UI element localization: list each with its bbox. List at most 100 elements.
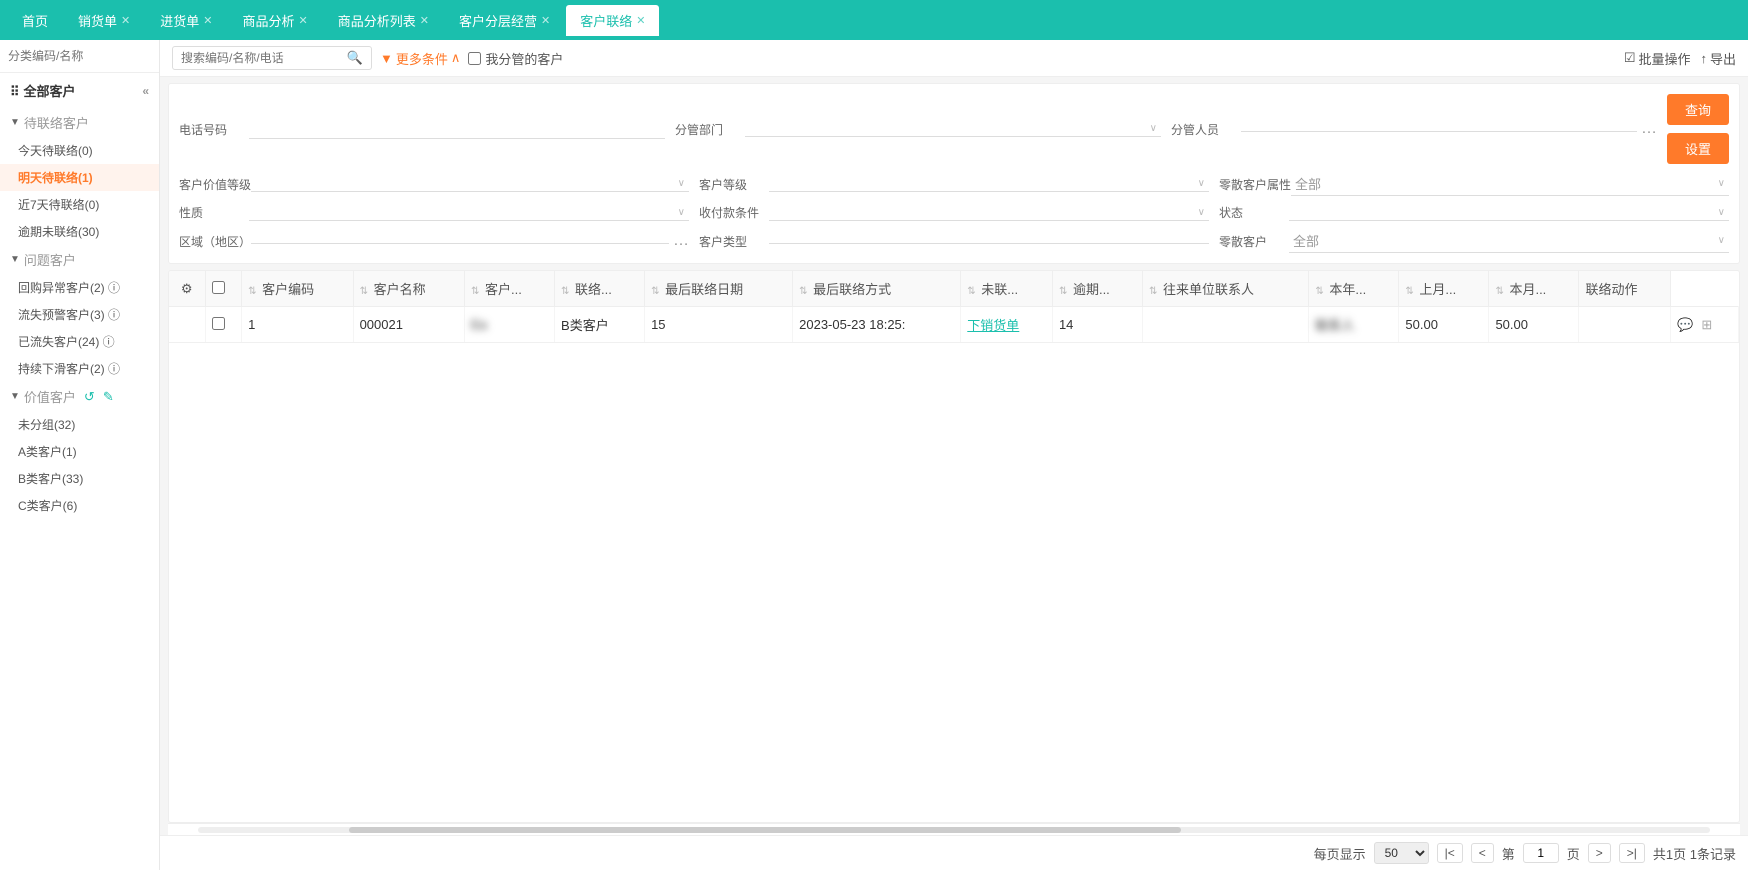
sidebar-item-class-a[interactable]: A类客户(1): [0, 438, 159, 465]
nav-goods-analysis-list[interactable]: 商品分析列表 ✕: [324, 5, 443, 36]
page-first-button[interactable]: |<: [1437, 843, 1463, 863]
row-action-comment-icon[interactable]: 💬: [1677, 317, 1693, 333]
col-contact-count-label: 联络...: [575, 282, 612, 297]
filter-btn-label: 更多条件: [396, 49, 448, 68]
row-checkbox[interactable]: [212, 317, 225, 330]
sidebar-collapse-icon[interactable]: «: [142, 84, 149, 98]
page-next-button[interactable]: >: [1588, 843, 1611, 863]
page-prev-button[interactable]: <: [1471, 843, 1494, 863]
sidebar-group-value-edit-icon[interactable]: ✎: [103, 389, 114, 405]
sidebar-item-declining[interactable]: 持续下滑客户(2) ⓘ: [0, 355, 159, 382]
filter-region-dots-icon[interactable]: …: [673, 232, 689, 250]
filter-retail-attr-val: 全部: [1295, 174, 1714, 193]
sidebar-item-class-b[interactable]: B类客户(33): [0, 465, 159, 492]
filter-dept: 分管部门 ∨: [675, 121, 1161, 138]
select-all-checkbox[interactable]: [212, 281, 225, 294]
sidebar-all-customers-label: ⠿全部客户: [10, 81, 76, 100]
sidebar-item-ungrouped[interactable]: 未分组(32): [0, 411, 159, 438]
sidebar-all-customers[interactable]: ⠿全部客户 «: [0, 73, 159, 108]
more-filter-button[interactable]: ▼ 更多条件 ∧: [380, 49, 460, 68]
filter-payment-select[interactable]: ∨: [769, 205, 1209, 221]
main-layout: 🔍 ⠿全部客户 « ▼ 待联络客户 今天待联络(0) 明天待联络(1) 近7天待…: [0, 40, 1748, 870]
query-button[interactable]: 查询: [1667, 94, 1729, 125]
nav-goods-analysis-list-close-icon[interactable]: ✕: [420, 14, 429, 27]
filter-customer-value: 客户价值等级 ∨: [179, 176, 689, 193]
nav-customer-tier-close-icon[interactable]: ✕: [541, 14, 550, 27]
nav-purchase-label: 进货单: [160, 11, 199, 30]
nav-sales-close-icon[interactable]: ✕: [121, 14, 130, 27]
filter-customer-type-select[interactable]: [769, 239, 1209, 244]
nav-home[interactable]: 首页: [8, 5, 62, 36]
scrollbar-thumb[interactable]: [349, 827, 1181, 833]
gear-icon[interactable]: ⚙: [181, 281, 193, 296]
toolbar: 🔍 ▼ 更多条件 ∧ 我分管的客户 ☑ 批量操作 ↑ 导出: [160, 40, 1748, 77]
filter-retail-attr: 零散客户属性 全部 ∨: [1219, 172, 1729, 196]
sidebar-item-churn-warning[interactable]: 流失预警客户(3) ⓘ: [0, 301, 159, 328]
filter-retail-customer-val: 全部: [1293, 231, 1714, 250]
top-navigation: 首页 销货单 ✕ 进货单 ✕ 商品分析 ✕ 商品分析列表 ✕ 客户分层经营 ✕ …: [0, 0, 1748, 40]
page-number-input[interactable]: [1523, 843, 1559, 863]
nav-purchase[interactable]: 进货单 ✕: [146, 5, 226, 36]
filter-arrow-icon: ∧: [451, 50, 461, 66]
toolbar-search-input[interactable]: [181, 51, 343, 65]
filter-region: 区域（地区） …: [179, 232, 689, 250]
sidebar-item-tomorrow[interactable]: 明天待联络(1): [0, 164, 159, 191]
per-page-select[interactable]: 50 100 200: [1374, 842, 1429, 864]
table-row: 1 000021 Ea B类客户 15 2023-05-23 18:25: 下销…: [169, 307, 1739, 343]
col-this-month: ⇅ 本月...: [1489, 271, 1579, 307]
filter-manager-select[interactable]: [1241, 127, 1637, 132]
filter-manager-dots-icon[interactable]: …: [1641, 120, 1657, 138]
nav-purchase-close-icon[interactable]: ✕: [203, 14, 212, 27]
col-uncontacted-label: 未联...: [981, 282, 1018, 297]
sidebar-search-input[interactable]: [8, 49, 160, 63]
batch-op-button[interactable]: ☑ 批量操作: [1624, 49, 1691, 68]
horizontal-scrollbar[interactable]: [168, 823, 1740, 835]
row-index-cell: 1: [242, 307, 353, 343]
nav-goods-analysis[interactable]: 商品分析 ✕: [228, 5, 321, 36]
filter-retail-customer-select[interactable]: 全部 ∨: [1289, 229, 1729, 253]
filter-payment: 收付款条件 ∨: [699, 204, 1209, 221]
filter-status: 状态 ∨: [1219, 204, 1729, 221]
filter-retail-attr-select[interactable]: 全部 ∨: [1291, 172, 1729, 196]
col-this-month-sort-icon: ⇅: [1495, 286, 1503, 297]
my-customers-checkbox[interactable]: [468, 52, 481, 65]
nav-sales-label: 销货单: [78, 11, 117, 30]
pagination: 每页显示 50 100 200 |< < 第 页 > >| 共1页 1条记录: [160, 835, 1748, 870]
nav-sales[interactable]: 销货单 ✕: [64, 5, 144, 36]
row-action-cell: 💬 ⊞: [1671, 307, 1739, 343]
sidebar-item-7days[interactable]: 近7天待联络(0): [0, 191, 159, 218]
filter-customer-value-select[interactable]: ∨: [251, 176, 689, 192]
my-customers-checkbox-label[interactable]: 我分管的客户: [468, 49, 563, 68]
reset-button[interactable]: 设置: [1667, 133, 1729, 164]
nav-customer-tier[interactable]: 客户分层经营 ✕: [445, 5, 564, 36]
nav-customer-contact-close-icon[interactable]: ✕: [636, 14, 645, 27]
sidebar-item-churned[interactable]: 已流失客户(24) ⓘ: [0, 328, 159, 355]
nav-goods-analysis-close-icon[interactable]: ✕: [299, 14, 308, 27]
col-overdue-sort-icon: ⇅: [1059, 286, 1067, 297]
filter-phone-input[interactable]: [249, 120, 665, 139]
filter-region-select[interactable]: [251, 239, 669, 244]
col-contact-count: ⇅ 联络...: [555, 271, 645, 307]
filter-dept-select[interactable]: ∨: [745, 121, 1161, 137]
toolbar-search-icon[interactable]: 🔍: [347, 50, 363, 66]
row-last-method-link[interactable]: 下销货单: [967, 318, 1019, 333]
sidebar: 🔍 ⠿全部客户 « ▼ 待联络客户 今天待联络(0) 明天待联络(1) 近7天待…: [0, 40, 160, 870]
export-button[interactable]: ↑ 导出: [1700, 49, 1736, 68]
filter-status-select[interactable]: ∨: [1289, 205, 1729, 221]
col-code-label: 客户编码: [262, 282, 314, 297]
per-page-label: 每页显示: [1314, 844, 1366, 863]
page-last-button[interactable]: >|: [1619, 843, 1645, 863]
nav-customer-contact[interactable]: 客户联络 ✕: [566, 5, 659, 36]
sidebar-item-overdue[interactable]: 逾期未联络(30): [0, 218, 159, 245]
sidebar-item-repurchase-anomaly[interactable]: 回购异常客户(2) ⓘ: [0, 274, 159, 301]
filter-retail-attr-arrow-icon: ∨: [1718, 178, 1725, 189]
sidebar-item-class-c[interactable]: C类客户(6): [0, 492, 159, 519]
filter-retail-attr-label: 零散客户属性: [1219, 176, 1291, 193]
filter-customer-level-select[interactable]: ∨: [769, 176, 1209, 192]
filter-gender-select[interactable]: ∨: [249, 205, 689, 221]
row-action-grid-icon[interactable]: ⊞: [1701, 317, 1712, 333]
filter-gender: 性质 ∨: [179, 204, 689, 221]
sidebar-group-value-refresh-icon[interactable]: ↺: [84, 389, 95, 405]
filter-row-3: 性质 ∨ 收付款条件 ∨ 状态: [179, 204, 1729, 221]
sidebar-item-today[interactable]: 今天待联络(0): [0, 137, 159, 164]
